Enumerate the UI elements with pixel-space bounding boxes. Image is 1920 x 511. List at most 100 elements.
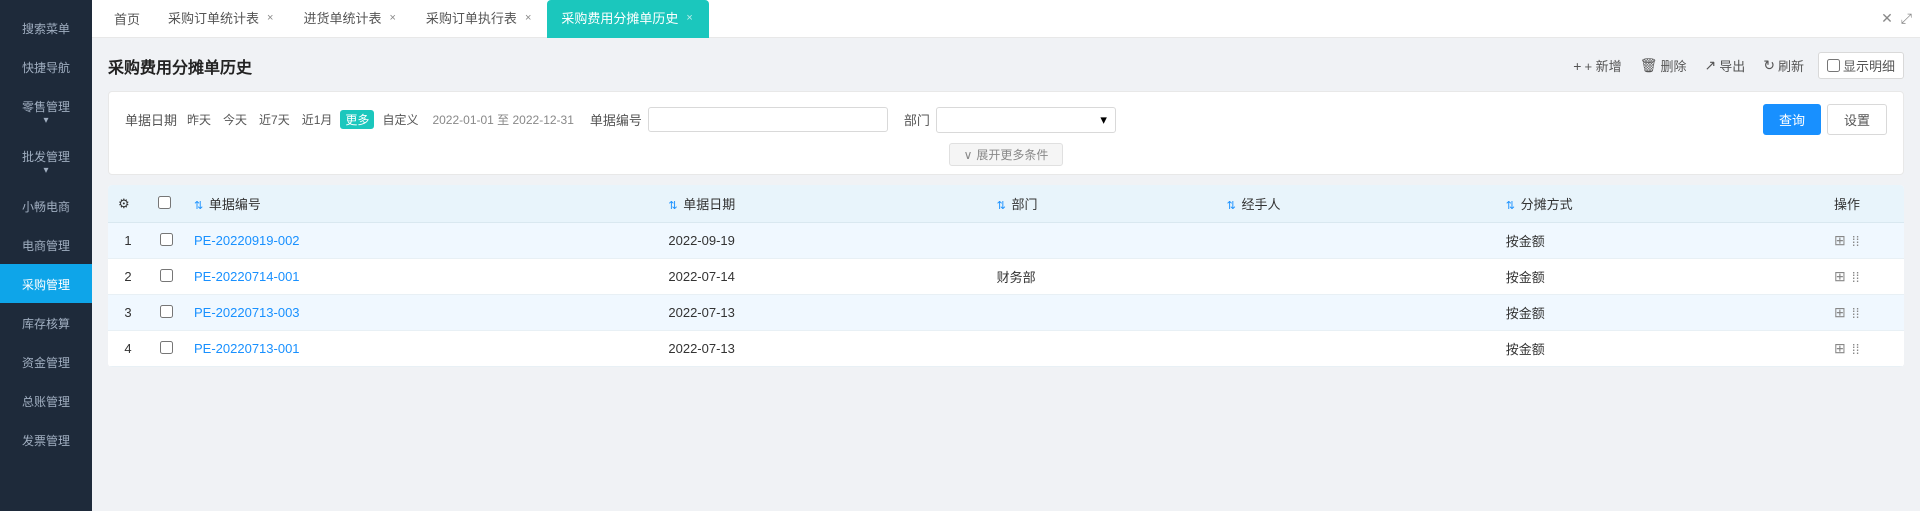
add-button[interactable]: + + 新增 xyxy=(1569,54,1625,77)
tab-inbound-stats[interactable]: 进货单统计表 × xyxy=(289,0,411,38)
row-checkbox[interactable] xyxy=(160,233,173,246)
shortcut-today[interactable]: 今天 xyxy=(219,110,251,129)
settings-button[interactable]: 设置 xyxy=(1827,104,1887,135)
sidebar-item-ecommerce[interactable]: 电商管理 xyxy=(0,225,92,264)
shortcut-custom[interactable]: 自定义 xyxy=(378,110,422,129)
doc-link[interactable]: PE-20220713-001 xyxy=(194,341,300,356)
row-split-method: 按金额 xyxy=(1496,331,1824,367)
sidebar-item-purchase[interactable]: 采购管理 xyxy=(0,264,92,303)
row-dept xyxy=(987,331,1217,367)
table-row: 4 PE-20220713-001 2022-07-13 按金额 ⊞ ⁞⁞ xyxy=(108,331,1904,367)
table-header-row: ⚙ ⇅ 单据编号 ⇅ 单据日期 ⇅ 部门 xyxy=(108,185,1904,223)
col-dept: ⇅ 部门 xyxy=(987,185,1217,223)
row-handler xyxy=(1217,295,1496,331)
row-doc-date: 2022-09-19 xyxy=(658,223,986,259)
content-area: 采购费用分摊单历史 + + 新增 🗑 删除 ↗ 导出 ↻ 刷新 xyxy=(92,38,1920,511)
action-more-icon[interactable]: ⁞⁞ xyxy=(1852,305,1860,321)
table-row: 3 PE-20220713-003 2022-07-13 按金额 ⊞ ⁞⁞ xyxy=(108,295,1904,331)
row-doc-date: 2022-07-13 xyxy=(658,295,986,331)
doc-no-label: 单据编号 xyxy=(590,110,642,129)
tab-purchase-cost-history[interactable]: 采购费用分摊单历史 × xyxy=(547,0,708,38)
doc-link[interactable]: PE-20220713-003 xyxy=(194,305,300,320)
action-more-icon[interactable]: ⁞⁞ xyxy=(1852,269,1860,285)
date-field: 单据日期 昨天 今天 近7天 近1月 更多 自定义 2022-01-01 至 2… xyxy=(125,110,574,129)
page-header: 采购费用分摊单历史 + + 新增 🗑 删除 ↗ 导出 ↻ 刷新 xyxy=(108,52,1904,79)
sidebar-item-ecommerce-small[interactable]: 小畅电商 xyxy=(0,186,92,225)
sidebar-item-invoice[interactable]: 发票管理 xyxy=(0,420,92,459)
tab-close-purchase-order-stats[interactable]: × xyxy=(265,11,275,25)
sidebar-item-finance[interactable]: 资金管理 xyxy=(0,342,92,381)
tab-bar: 首页 采购订单统计表 × 进货单统计表 × 采购订单执行表 × 采购费用分摊单历… xyxy=(92,0,1920,38)
row-checkbox[interactable] xyxy=(160,341,173,354)
doc-link[interactable]: PE-20220714-001 xyxy=(194,269,300,284)
tab-purchase-order-exec[interactable]: 采购订单执行表 × xyxy=(412,0,547,38)
delete-button[interactable]: 🗑 删除 xyxy=(1636,54,1691,77)
sidebar-item-wholesale[interactable]: 批发管理 ▾ xyxy=(0,136,92,186)
table-body: 1 PE-20220919-002 2022-09-19 按金额 ⊞ ⁞⁞ 2 … xyxy=(108,223,1904,367)
shortcut-7days[interactable]: 近7天 xyxy=(255,110,294,129)
show-cols-button[interactable]: 显示明细 xyxy=(1818,52,1904,79)
action-more-icon[interactable]: ⁞⁞ xyxy=(1852,233,1860,249)
action-edit-icon[interactable]: ⊞ xyxy=(1834,304,1846,321)
main-area: 首页 采购订单统计表 × 进货单统计表 × 采购订单执行表 × 采购费用分摊单历… xyxy=(92,0,1920,511)
date-label: 单据日期 xyxy=(125,110,177,129)
action-more-icon[interactable]: ⁞⁞ xyxy=(1852,341,1860,357)
tab-purchase-order-stats[interactable]: 采购订单统计表 × xyxy=(154,0,289,38)
row-checkbox[interactable] xyxy=(160,305,173,318)
col-handler: ⇅ 经手人 xyxy=(1217,185,1496,223)
export-button[interactable]: ↗ 导出 xyxy=(1700,54,1749,77)
shortcut-1month[interactable]: 近1月 xyxy=(298,110,337,129)
sidebar-item-retail[interactable]: 零售管理 ▾ xyxy=(0,86,92,136)
row-checkbox-cell xyxy=(148,331,184,367)
row-checkbox-cell xyxy=(148,259,184,295)
expand-tabs-icon[interactable]: ⤢ xyxy=(1901,10,1912,27)
row-actions: ⊞ ⁞⁞ xyxy=(1824,223,1904,259)
row-actions: ⊞ ⁞⁞ xyxy=(1824,295,1904,331)
wholesale-arrow: ▾ xyxy=(4,165,88,176)
row-dept xyxy=(987,295,1217,331)
row-split-method: 按金额 xyxy=(1496,223,1824,259)
row-dept xyxy=(987,223,1217,259)
row-number: 4 xyxy=(108,331,148,367)
action-edit-icon[interactable]: ⊞ xyxy=(1834,232,1846,249)
doc-no-input[interactable] xyxy=(648,107,888,132)
col-settings[interactable]: ⚙ xyxy=(108,185,148,223)
close-all-tabs-icon[interactable]: ✕ xyxy=(1881,10,1893,27)
sidebar-item-search[interactable]: 搜索菜单 xyxy=(0,8,92,47)
expand-more-button[interactable]: ∨ 展开更多条件 xyxy=(949,143,1064,166)
delete-icon: 🗑 xyxy=(1640,57,1658,74)
query-button[interactable]: 查询 xyxy=(1763,104,1821,135)
select-all-checkbox[interactable] xyxy=(158,196,171,209)
sidebar-item-ledger[interactable]: 总账管理 xyxy=(0,381,92,420)
tab-close-purchase-order-exec[interactable]: × xyxy=(523,11,533,25)
tab-close-inbound-stats[interactable]: × xyxy=(387,11,397,25)
dept-select[interactable]: ▾ xyxy=(936,107,1116,133)
row-handler xyxy=(1217,223,1496,259)
sidebar-item-inventory[interactable]: 库存核算 xyxy=(0,303,92,342)
row-number: 3 xyxy=(108,295,148,331)
table-row: 1 PE-20220919-002 2022-09-19 按金额 ⊞ ⁞⁞ xyxy=(108,223,1904,259)
row-checkbox[interactable] xyxy=(160,269,173,282)
shortcut-yesterday[interactable]: 昨天 xyxy=(183,110,215,129)
col-split-method: ⇅ 分摊方式 xyxy=(1496,185,1824,223)
tab-home[interactable]: 首页 xyxy=(100,0,154,38)
date-shortcuts: 昨天 今天 近7天 近1月 更多 自定义 xyxy=(183,110,422,129)
row-doc-no: PE-20220713-001 xyxy=(184,331,658,367)
sort-split-icon: ⇅ xyxy=(1506,200,1515,212)
doc-link[interactable]: PE-20220919-002 xyxy=(194,233,300,248)
refresh-button[interactable]: ↻ 刷新 xyxy=(1759,54,1808,77)
col-doc-no: ⇅ 单据编号 xyxy=(184,185,658,223)
row-actions: ⊞ ⁞⁞ xyxy=(1824,259,1904,295)
shortcut-more[interactable]: 更多 xyxy=(340,110,374,129)
row-dept: 财务部 xyxy=(987,259,1217,295)
expand-icon: ∨ xyxy=(964,148,973,162)
row-checkbox-cell xyxy=(148,295,184,331)
dept-field: 部门 ▾ xyxy=(904,107,1116,133)
retail-arrow: ▾ xyxy=(4,115,88,126)
action-edit-icon[interactable]: ⊞ xyxy=(1834,340,1846,357)
action-edit-icon[interactable]: ⊞ xyxy=(1834,268,1846,285)
sidebar-item-quick-nav[interactable]: 快捷导航 xyxy=(0,47,92,86)
search-row: 单据日期 昨天 今天 近7天 近1月 更多 自定义 2022-01-01 至 2… xyxy=(125,104,1887,135)
tab-close-purchase-cost-history[interactable]: × xyxy=(684,11,694,25)
show-cols-checkbox[interactable] xyxy=(1827,59,1840,72)
